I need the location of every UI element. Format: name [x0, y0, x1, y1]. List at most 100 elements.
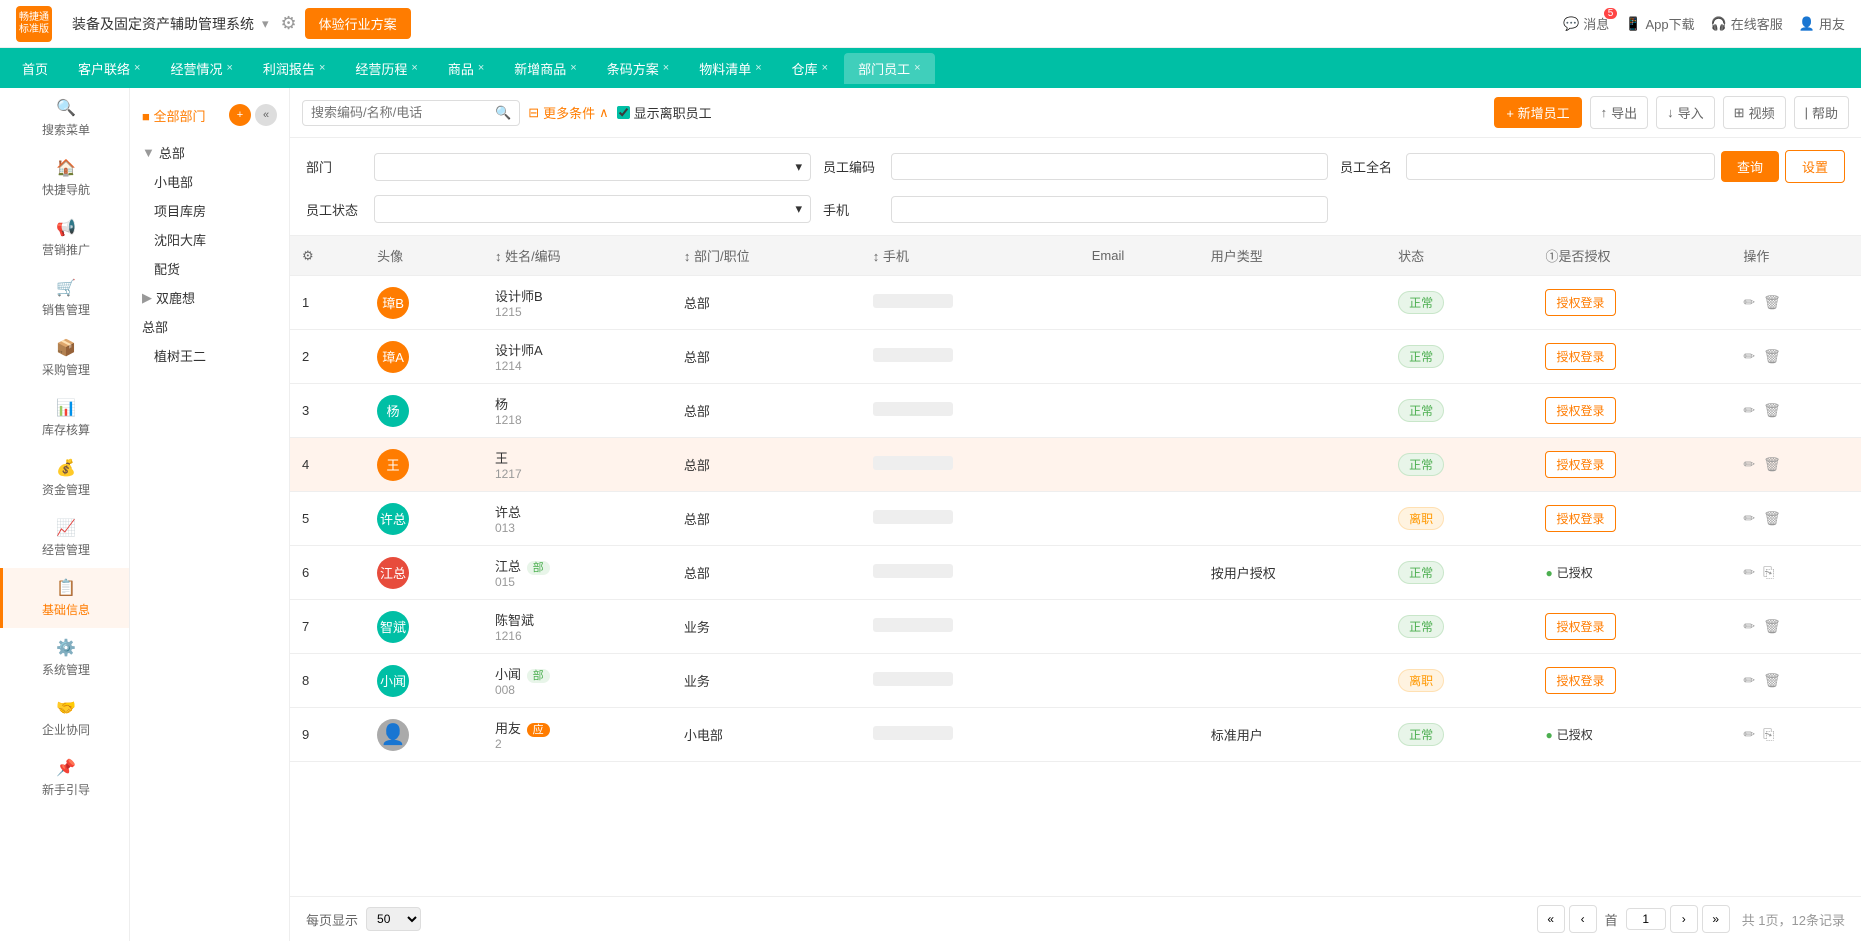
close-icon[interactable]: × — [663, 62, 669, 74]
tab-customer[interactable]: 客户联络 × — [64, 53, 154, 84]
tab-warehouse[interactable]: 仓库 × — [778, 53, 842, 84]
authorize-btn[interactable]: 授权登录 — [1545, 451, 1615, 478]
tab-bom[interactable]: 物料清单 × — [685, 53, 775, 84]
search-icon[interactable]: 🔍 — [495, 105, 511, 121]
search-box[interactable]: 🔍 — [302, 100, 520, 126]
view-btn[interactable]: ⊞ 视频 — [1723, 96, 1786, 129]
last-page-btn[interactable]: » — [1702, 905, 1730, 933]
dept-node-zongbu[interactable]: ▼ 总部 — [130, 138, 289, 167]
copy-icon[interactable]: ⎘ — [1763, 726, 1774, 743]
authorize-btn[interactable]: 授权登录 — [1545, 667, 1615, 694]
edit-icon[interactable]: ✏ — [1743, 348, 1755, 365]
nav-quick[interactable]: 🏠 快捷导航 — [0, 148, 129, 208]
col-phone[interactable]: ↕ 手机 — [861, 236, 1080, 276]
filter-phone-input[interactable] — [891, 196, 1328, 223]
close-icon[interactable]: × — [134, 62, 140, 74]
tab-goods[interactable]: 商品 × — [434, 53, 498, 84]
tab-home[interactable]: 首页 — [8, 53, 62, 84]
filter-employee-code-input[interactable] — [891, 153, 1328, 180]
dept-add-btn[interactable]: + — [229, 104, 251, 126]
authorize-btn[interactable]: 授权登录 — [1545, 613, 1615, 640]
tab-business[interactable]: 经营情况 × — [156, 53, 246, 84]
show-resigned-input[interactable] — [617, 106, 630, 119]
nav-collab[interactable]: 🤝 企业协同 — [0, 688, 129, 748]
user-avatar[interactable]: 👤 用友 — [1799, 14, 1845, 33]
nav-sales[interactable]: 🛒 销售管理 — [0, 268, 129, 328]
nav-purchase[interactable]: 📦 采购管理 — [0, 328, 129, 388]
experience-btn[interactable]: 体验行业方案 — [305, 8, 411, 39]
edit-icon[interactable]: ✏ — [1743, 564, 1755, 581]
nav-ops[interactable]: 📈 经营管理 — [0, 508, 129, 568]
edit-icon[interactable]: ✏ — [1743, 510, 1755, 527]
authorize-btn[interactable]: 授权登录 — [1545, 343, 1615, 370]
more-conditions-btn[interactable]: ⊟ 更多条件 ∧ — [528, 103, 608, 122]
authorize-btn[interactable]: 授权登录 — [1545, 505, 1615, 532]
delete-icon[interactable]: 🗑 — [1763, 294, 1781, 311]
nav-guide[interactable]: 📌 新手引导 — [0, 748, 129, 808]
tab-barcode[interactable]: 条码方案 × — [593, 53, 683, 84]
col-name[interactable]: ↕ 姓名/编码 — [483, 236, 672, 276]
copy-icon[interactable]: ⎘ — [1763, 564, 1774, 581]
close-icon[interactable]: × — [914, 62, 920, 74]
show-resigned-checkbox[interactable]: 显示离职员工 — [617, 103, 712, 122]
authorize-btn[interactable]: 授权登录 — [1545, 397, 1615, 424]
close-icon[interactable]: × — [822, 62, 828, 74]
delete-icon[interactable]: 🗑 — [1763, 672, 1781, 689]
search-input[interactable] — [311, 105, 491, 120]
nav-system[interactable]: ⚙️ 系统管理 — [0, 628, 129, 688]
nav-basic[interactable]: 📋 基础信息 — [0, 568, 129, 628]
export-btn[interactable]: ↑ 导出 — [1590, 96, 1649, 129]
tab-profit[interactable]: 利润报告 × — [249, 53, 339, 84]
close-icon[interactable]: × — [411, 62, 417, 74]
delete-icon[interactable]: 🗑 — [1763, 348, 1781, 365]
settings-icon[interactable]: ⚙ — [281, 13, 297, 34]
nav-finance[interactable]: 💰 资金管理 — [0, 448, 129, 508]
system-dropdown-btn[interactable]: ▾ — [262, 16, 269, 32]
dept-node-zongbu2[interactable]: 总部 — [130, 312, 289, 341]
col-dept[interactable]: ↕ 部门/职位 — [672, 236, 861, 276]
edit-icon[interactable]: ✏ — [1743, 294, 1755, 311]
edit-icon[interactable]: ✏ — [1743, 672, 1755, 689]
dept-node-peihuo[interactable]: 配货 — [130, 254, 289, 283]
edit-icon[interactable]: ✏ — [1743, 726, 1755, 743]
close-icon[interactable]: × — [226, 62, 232, 74]
close-icon[interactable]: × — [319, 62, 325, 74]
tab-employees[interactable]: 部门员工 × — [844, 53, 934, 84]
online-service-btn[interactable]: 🎧 在线客服 — [1711, 14, 1783, 33]
app-download-btn[interactable]: 📱 App下载 — [1625, 14, 1694, 33]
import-btn[interactable]: ↓ 导入 — [1656, 96, 1715, 129]
authorize-btn[interactable]: 授权登录 — [1545, 289, 1615, 316]
nav-marketing[interactable]: 📢 营销推广 — [0, 208, 129, 268]
tab-history[interactable]: 经营历程 × — [341, 53, 431, 84]
message-btn[interactable]: 💬 消息 5 — [1563, 14, 1609, 33]
close-icon[interactable]: × — [570, 62, 576, 74]
delete-icon[interactable]: 🗑 — [1763, 456, 1781, 473]
close-icon[interactable]: × — [478, 62, 484, 74]
dept-node-project[interactable]: 项目库房 — [130, 196, 289, 225]
delete-icon[interactable]: 🗑 — [1763, 510, 1781, 527]
filter-dept-select[interactable]: ▾ — [374, 153, 811, 181]
edit-icon[interactable]: ✏ — [1743, 402, 1755, 419]
edit-icon[interactable]: ✏ — [1743, 618, 1755, 635]
nav-inventory[interactable]: 📊 库存核算 — [0, 388, 129, 448]
first-page-btn[interactable]: « — [1537, 905, 1565, 933]
edit-icon[interactable]: ✏ — [1743, 456, 1755, 473]
page-size-select[interactable]: 50 100 200 — [366, 907, 421, 931]
prev-page-btn[interactable]: ‹ — [1569, 905, 1597, 933]
filter-employee-name-input[interactable] — [1406, 153, 1715, 180]
add-employee-btn[interactable]: + 新增员工 — [1494, 97, 1581, 128]
close-icon[interactable]: × — [755, 62, 761, 74]
search-btn[interactable]: 查询 — [1721, 151, 1779, 182]
dept-node-shenyang[interactable]: 沈阳大库 — [130, 225, 289, 254]
help-btn[interactable]: | 帮助 — [1794, 96, 1849, 129]
dept-node-xiaodian[interactable]: 小电部 — [130, 167, 289, 196]
dept-node-shuanglu[interactable]: ▶ 双鹿想 — [130, 283, 289, 312]
tab-add-goods[interactable]: 新增商品 × — [500, 53, 590, 84]
col-settings[interactable]: ⚙ — [290, 236, 365, 276]
dept-collapse-btn[interactable]: « — [255, 104, 277, 126]
page-number-input[interactable] — [1626, 908, 1666, 930]
dept-node-zhishu[interactable]: 植树王二 — [130, 341, 289, 370]
nav-search[interactable]: 🔍 搜索菜单 — [0, 88, 129, 148]
set-btn[interactable]: 设置 — [1785, 150, 1845, 183]
next-page-btn[interactable]: › — [1670, 905, 1698, 933]
